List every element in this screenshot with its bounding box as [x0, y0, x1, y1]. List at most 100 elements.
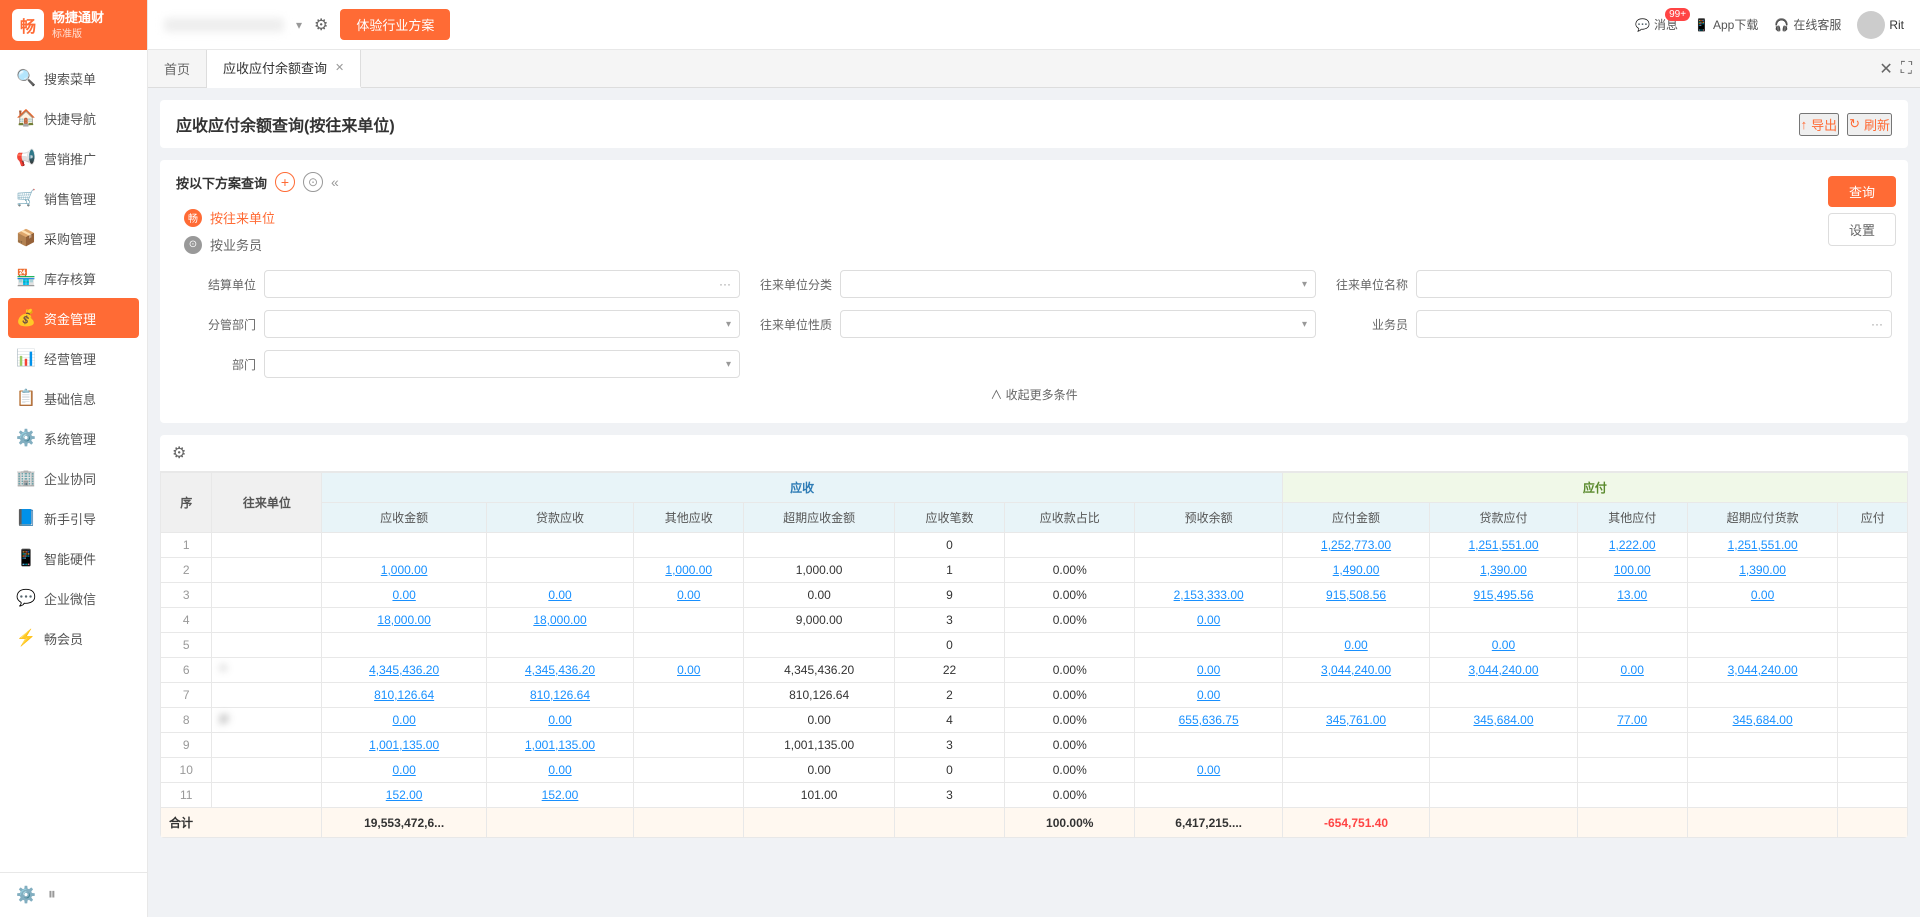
- cell-other-payable[interactable]: 13.00: [1577, 583, 1687, 608]
- sidebar-item-purchase[interactable]: 📦 采购管理: [0, 218, 147, 258]
- cell-advance-balance[interactable]: 0.00: [1135, 683, 1282, 708]
- query-setting-button[interactable]: ⊙: [303, 172, 323, 192]
- footer-advance-balance[interactable]: 6,417,215....: [1135, 808, 1282, 838]
- sidebar-item-enterprise[interactable]: 🏢 企业协同: [0, 458, 147, 498]
- cell-other-payable[interactable]: 1,222.00: [1577, 533, 1687, 558]
- cell-loan-receivable[interactable]: 18,000.00: [486, 608, 633, 633]
- sidebar-item-wechat[interactable]: 💬 企业微信: [0, 578, 147, 618]
- settings-icon[interactable]: ⚙️: [16, 885, 36, 905]
- cell-advance-balance[interactable]: 0.00: [1135, 758, 1282, 783]
- cell-advance-balance[interactable]: 0.00: [1135, 658, 1282, 683]
- cell-loan-receivable[interactable]: 0.00: [486, 758, 633, 783]
- cell-loan-receivable[interactable]: 810,126.64: [486, 683, 633, 708]
- cell-loan-receivable[interactable]: 4,345,436.20: [486, 658, 633, 683]
- field-input-nature[interactable]: ▾: [840, 310, 1316, 338]
- cell-other-receivable[interactable]: 0.00: [634, 658, 744, 683]
- sidebar-item-basicinfo[interactable]: 📋 基础信息: [0, 378, 147, 418]
- cell-receivable-amount[interactable]: 1,001,135.00: [322, 733, 486, 758]
- cell-advance-balance[interactable]: 0.00: [1135, 608, 1282, 633]
- tab-close-icon[interactable]: ✕: [335, 61, 344, 74]
- app-download-btn[interactable]: 📱 App下载: [1694, 16, 1758, 33]
- cell-overdue-payable[interactable]: 3,044,240.00: [1687, 658, 1838, 683]
- cell-other-payable[interactable]: 0.00: [1577, 658, 1687, 683]
- cell-receivable-amount[interactable]: 18,000.00: [322, 608, 486, 633]
- sidebar-item-quicknav[interactable]: 🏠 快捷导航: [0, 98, 147, 138]
- gear-icon[interactable]: ⚙: [314, 15, 328, 35]
- cell-receivable-amount[interactable]: 810,126.64: [322, 683, 486, 708]
- footer-receivable-amount[interactable]: 19,553,472,6...: [322, 808, 486, 838]
- cell-loan-receivable[interactable]: 1,001,135.00: [486, 733, 633, 758]
- cell-payable-extra: [1838, 708, 1908, 733]
- field-input-branch-dept[interactable]: ▾: [264, 350, 740, 378]
- scheme-by-company[interactable]: 畅 按往来单位: [176, 204, 1892, 231]
- sidebar-item-marketing[interactable]: 📢 营销推广: [0, 138, 147, 178]
- cell-loan-payable[interactable]: 3,044,240.00: [1430, 658, 1577, 683]
- query-collapse-icon[interactable]: «: [331, 174, 339, 190]
- sidebar-item-operations[interactable]: 📊 经营管理: [0, 338, 147, 378]
- sidebar-item-search[interactable]: 🔍 搜索菜单: [0, 58, 147, 98]
- sidebar-item-inventory[interactable]: 🏪 库存核算: [0, 258, 147, 298]
- cell-payable-amount[interactable]: 915,508.56: [1282, 583, 1429, 608]
- cell-payable-amount[interactable]: 1,490.00: [1282, 558, 1429, 583]
- query-button[interactable]: 查询: [1828, 176, 1896, 207]
- maximize-icon[interactable]: ⛶: [1901, 60, 1912, 78]
- field-label-staff: 业务员: [1328, 316, 1408, 333]
- cell-other-payable[interactable]: 77.00: [1577, 708, 1687, 733]
- cell-overdue-payable[interactable]: 0.00: [1687, 583, 1838, 608]
- query-add-button[interactable]: +: [275, 172, 295, 192]
- cell-receivable-amount[interactable]: 4,345,436.20: [322, 658, 486, 683]
- sidebar-item-member[interactable]: ⚡ 畅会员: [0, 618, 147, 658]
- cell-loan-payable[interactable]: 0.00: [1430, 633, 1577, 658]
- cell-overdue-payable[interactable]: 1,390.00: [1687, 558, 1838, 583]
- pause-icon[interactable]: ⏸: [48, 886, 56, 904]
- export-button[interactable]: ↑ 导出: [1799, 113, 1840, 136]
- cell-receivable-amount[interactable]: 1,000.00: [322, 558, 486, 583]
- cell-loan-receivable[interactable]: 152.00: [486, 783, 633, 808]
- sidebar-item-capital[interactable]: 💰 资金管理: [8, 298, 139, 338]
- cell-receivable-amount[interactable]: 0.00: [322, 758, 486, 783]
- scheme-by-staff[interactable]: ⊙ 按业务员: [176, 231, 1892, 258]
- promo-button[interactable]: 体验行业方案: [340, 9, 450, 40]
- close-window-icon[interactable]: ✕: [1879, 59, 1892, 79]
- cell-loan-payable[interactable]: 345,684.00: [1430, 708, 1577, 733]
- tab-receivables[interactable]: 应收应付余额查询 ✕: [207, 50, 361, 88]
- field-input-companyname[interactable]: [1416, 270, 1892, 298]
- enterprise-icon: 🏢: [16, 468, 36, 488]
- sidebar-item-guide[interactable]: 📘 新手引导: [0, 498, 147, 538]
- field-input-category[interactable]: ▾: [840, 270, 1316, 298]
- cell-loan-payable[interactable]: 1,251,551.00: [1430, 533, 1577, 558]
- cell-other-payable[interactable]: 100.00: [1577, 558, 1687, 583]
- cell-overdue-payable[interactable]: 1,251,551.00: [1687, 533, 1838, 558]
- table-row: 8P0.000.000.0040.00%655,636.75345,761.00…: [161, 708, 1908, 733]
- sidebar-item-system[interactable]: ⚙️ 系统管理: [0, 418, 147, 458]
- refresh-button[interactable]: ↻ 刷新: [1847, 113, 1892, 136]
- cell-loan-receivable[interactable]: 0.00: [486, 583, 633, 608]
- sidebar-item-sales[interactable]: 🛒 销售管理: [0, 178, 147, 218]
- cell-payable-amount[interactable]: 3,044,240.00: [1282, 658, 1429, 683]
- query-more-toggle[interactable]: ∧ 收起更多条件: [176, 378, 1892, 411]
- tab-home[interactable]: 首页: [148, 50, 207, 88]
- cell-receivable-amount[interactable]: 152.00: [322, 783, 486, 808]
- user-avatar[interactable]: Rit: [1857, 11, 1904, 39]
- set-button[interactable]: 设置: [1828, 213, 1896, 246]
- cell-loan-receivable[interactable]: 0.00: [486, 708, 633, 733]
- cell-receivable-amount[interactable]: 0.00: [322, 583, 486, 608]
- notification-btn[interactable]: 💬 消息 99+: [1635, 16, 1678, 33]
- cell-advance-balance[interactable]: 655,636.75: [1135, 708, 1282, 733]
- cell-other-receivable[interactable]: 0.00: [634, 583, 744, 608]
- cell-overdue-payable[interactable]: 345,684.00: [1687, 708, 1838, 733]
- cell-receivable-amount[interactable]: 0.00: [322, 708, 486, 733]
- cell-payable-amount[interactable]: 0.00: [1282, 633, 1429, 658]
- field-input-settlement[interactable]: ···: [264, 270, 740, 298]
- cell-payable-amount[interactable]: 1,252,773.00: [1282, 533, 1429, 558]
- field-input-staff[interactable]: ···: [1416, 310, 1892, 338]
- cell-advance-balance[interactable]: 2,153,333.00: [1135, 583, 1282, 608]
- cell-payable-amount[interactable]: 345,761.00: [1282, 708, 1429, 733]
- field-input-dept[interactable]: ▾: [264, 310, 740, 338]
- cell-other-receivable[interactable]: 1,000.00: [634, 558, 744, 583]
- cell-loan-payable[interactable]: 915,495.56: [1430, 583, 1577, 608]
- cell-loan-payable[interactable]: 1,390.00: [1430, 558, 1577, 583]
- customer-service-btn[interactable]: 🎧 在线客服: [1774, 16, 1841, 33]
- table-settings-icon[interactable]: ⚙: [172, 443, 186, 463]
- sidebar-item-hardware[interactable]: 📱 智能硬件: [0, 538, 147, 578]
